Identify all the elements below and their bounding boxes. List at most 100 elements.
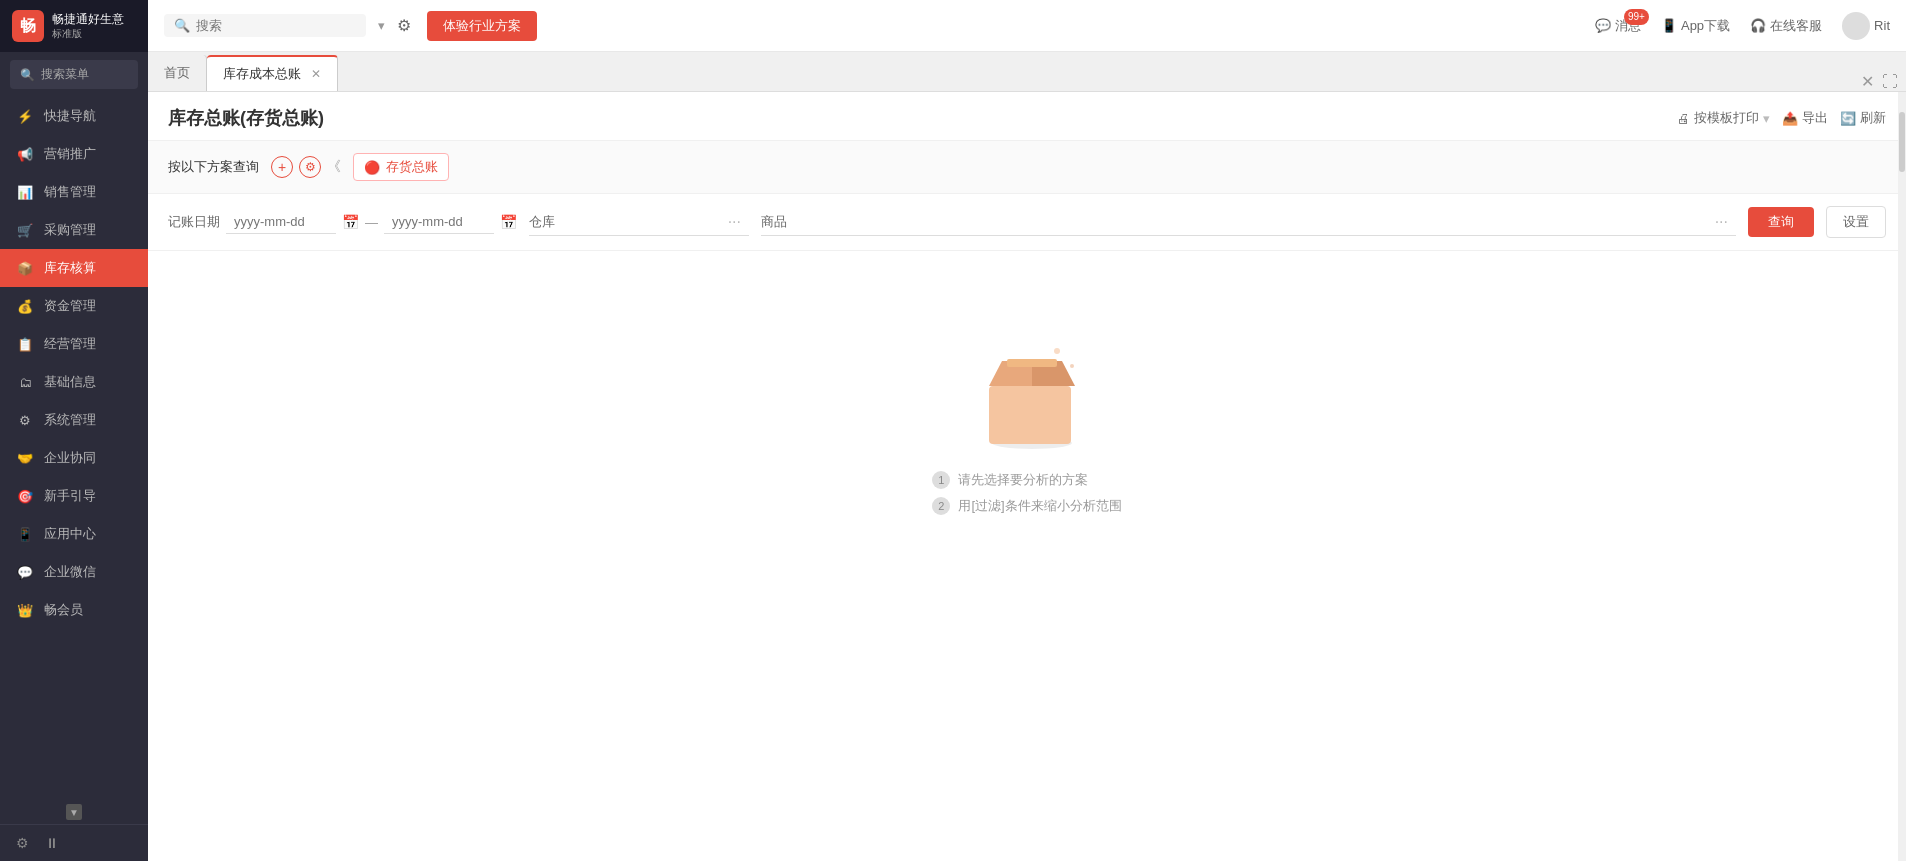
printer-icon: 🖨 (1677, 111, 1690, 126)
chart-icon: 📊 (16, 183, 34, 201)
print-dropdown-icon[interactable]: ▾ (1763, 111, 1770, 126)
filter-label: 按以下方案查询 (168, 158, 259, 176)
search-icon: 🔍 (20, 68, 35, 82)
folder-icon: 🗂 (16, 373, 34, 391)
sidebar-item-wechat[interactable]: 💬 企业微信 (0, 553, 148, 591)
right-scrollbar[interactable] (1898, 92, 1906, 861)
expand-icon[interactable]: ⛶ (1882, 73, 1898, 91)
refresh-icon: 🔄 (1840, 111, 1856, 126)
app-download-button[interactable]: 📱 App下载 (1661, 17, 1730, 35)
empty-hint-2: 2 用[过滤]条件来缩小分析范围 (932, 497, 1121, 515)
svg-rect-1 (989, 386, 1071, 444)
sidebar-item-quick-nav[interactable]: ⚡ 快捷导航 (0, 97, 148, 135)
sidebar-item-enterprise[interactable]: 🤝 企业协同 (0, 439, 148, 477)
sidebar-item-app[interactable]: 📱 应用中心 (0, 515, 148, 553)
date-start-input[interactable] (226, 210, 336, 234)
user-profile[interactable]: Rit (1842, 12, 1890, 40)
refresh-button[interactable]: 🔄 刷新 (1840, 109, 1886, 127)
scheme-icon: 🔴 (364, 160, 380, 175)
svg-point-4 (1070, 364, 1074, 368)
product-more-icon[interactable]: ··· (1715, 213, 1728, 231)
calendar-end-icon[interactable]: 📅 (500, 214, 517, 230)
sidebar-item-member[interactable]: 👑 畅会员 (0, 591, 148, 629)
sidebar-item-marketing[interactable]: 📢 营销推广 (0, 135, 148, 173)
header-gear-icon[interactable]: ⚙ (397, 16, 411, 35)
target-icon: 🎯 (16, 487, 34, 505)
filter-setting-button[interactable]: ⚙ (299, 156, 321, 178)
top-header: 🔍 ▾ ⚙ 体验行业方案 💬 消息 99+ 📱 App下载 🎧 在线客服 Rit (148, 0, 1906, 52)
audio-icon[interactable]: ⏸ (45, 835, 59, 851)
warehouse-label: 仓库 (529, 213, 555, 231)
date-field: 记账日期 📅 — 📅 (168, 210, 517, 234)
date-separator: — (365, 215, 378, 230)
phone-icon: 📱 (1661, 18, 1677, 33)
tab-home[interactable]: 首页 (148, 55, 207, 91)
sidebar-item-purchase[interactable]: 🛒 采购管理 (0, 211, 148, 249)
date-end-input[interactable] (384, 210, 494, 234)
export-icon: 📤 (1782, 111, 1798, 126)
header-chevron-icon[interactable]: ▾ (378, 18, 385, 33)
lightning-icon: ⚡ (16, 107, 34, 125)
tab-close-icon[interactable]: ✕ (311, 67, 321, 81)
settings-button[interactable]: 设置 (1826, 206, 1886, 238)
main-area: 🔍 ▾ ⚙ 体验行业方案 💬 消息 99+ 📱 App下载 🎧 在线客服 Rit (148, 0, 1906, 861)
header-search-input[interactable] (196, 18, 356, 33)
product-field[interactable]: 商品 ··· (761, 209, 1736, 236)
export-button[interactable]: 📤 导出 (1782, 109, 1828, 127)
message-button[interactable]: 💬 消息 99+ (1595, 17, 1641, 35)
warehouse-field[interactable]: 仓库 ··· (529, 209, 749, 236)
calendar-start-icon[interactable]: 📅 (342, 214, 359, 230)
query-button[interactable]: 查询 (1748, 207, 1814, 237)
app-logo: 畅 (12, 10, 44, 42)
gear-icon: ⚙ (16, 411, 34, 429)
box-icon: 📦 (16, 259, 34, 277)
cart-icon: 🛒 (16, 221, 34, 239)
user-avatar (1842, 12, 1870, 40)
header-right: 💬 消息 99+ 📱 App下载 🎧 在线客服 Rit (1595, 12, 1890, 40)
sidebar-header: 畅 畅捷通好生意 标准版 (0, 0, 148, 52)
product-label: 商品 (761, 213, 787, 231)
filter-add-button[interactable]: + (271, 156, 293, 178)
empty-state: 1 请先选择要分析的方案 2 用[过滤]条件来缩小分析范围 (148, 251, 1906, 595)
settings-icon[interactable]: ⚙ (16, 835, 29, 851)
sidebar-search-area[interactable]: 🔍 搜索菜单 (0, 52, 148, 97)
filter-collapse-button[interactable]: 《 (327, 158, 341, 176)
sidebar-item-system[interactable]: ⚙ 系统管理 (0, 401, 148, 439)
empty-hints: 1 请先选择要分析的方案 2 用[过滤]条件来缩小分析范围 (932, 471, 1121, 515)
scheme-item[interactable]: 🔴 存货总账 (353, 153, 449, 181)
crown-icon: 👑 (16, 601, 34, 619)
trial-button[interactable]: 体验行业方案 (427, 11, 537, 41)
empty-illustration (967, 331, 1087, 451)
page-content: 库存总账(存货总账) 🖨 按模板打印 ▾ 📤 导出 🔄 刷新 按以下方案查 (148, 92, 1906, 861)
sidebar-item-guide[interactable]: 🎯 新手引导 (0, 477, 148, 515)
svg-point-3 (1054, 348, 1060, 354)
online-service-button[interactable]: 🎧 在线客服 (1750, 17, 1822, 35)
search-icon: 🔍 (174, 18, 190, 33)
print-button[interactable]: 🖨 按模板打印 ▾ (1677, 109, 1770, 127)
page-title: 库存总账(存货总账) (168, 106, 324, 130)
money-icon: 💰 (16, 297, 34, 315)
page-header: 库存总账(存货总账) 🖨 按模板打印 ▾ 📤 导出 🔄 刷新 (148, 92, 1906, 141)
sidebar-item-basic[interactable]: 🗂 基础信息 (0, 363, 148, 401)
date-field-label: 记账日期 (168, 213, 220, 231)
chat-icon: 💬 (16, 563, 34, 581)
warehouse-more-icon[interactable]: ··· (728, 213, 741, 231)
header-search-box[interactable]: 🔍 (164, 14, 366, 37)
scroll-down-button[interactable]: ▼ (66, 804, 82, 820)
sidebar-item-operation[interactable]: 📋 经营管理 (0, 325, 148, 363)
sidebar-footer: ⚙ ⏸ (0, 824, 148, 861)
sidebar-item-finance[interactable]: 💰 资金管理 (0, 287, 148, 325)
sidebar-item-sales[interactable]: 📊 销售管理 (0, 173, 148, 211)
clipboard-icon: 📋 (16, 335, 34, 353)
scheme-label: 存货总账 (386, 158, 438, 176)
sidebar-nav: ⚡ 快捷导航 📢 营销推广 📊 销售管理 🛒 采购管理 📦 库存核算 💰 资金管… (0, 97, 148, 800)
headphone-icon: 🎧 (1750, 18, 1766, 33)
tab-inventory-ledger[interactable]: 库存成本总账 ✕ (207, 55, 338, 91)
app-title: 畅捷通好生意 标准版 (52, 12, 124, 41)
search-menu-button[interactable]: 🔍 搜索菜单 (10, 60, 138, 89)
svg-rect-2 (1007, 359, 1057, 367)
close-panel-icon[interactable]: ✕ (1861, 72, 1874, 91)
hint-text-2: 用[过滤]条件来缩小分析范围 (958, 497, 1121, 515)
hint-num-2: 2 (932, 497, 950, 515)
sidebar-item-inventory[interactable]: 📦 库存核算 (0, 249, 148, 287)
